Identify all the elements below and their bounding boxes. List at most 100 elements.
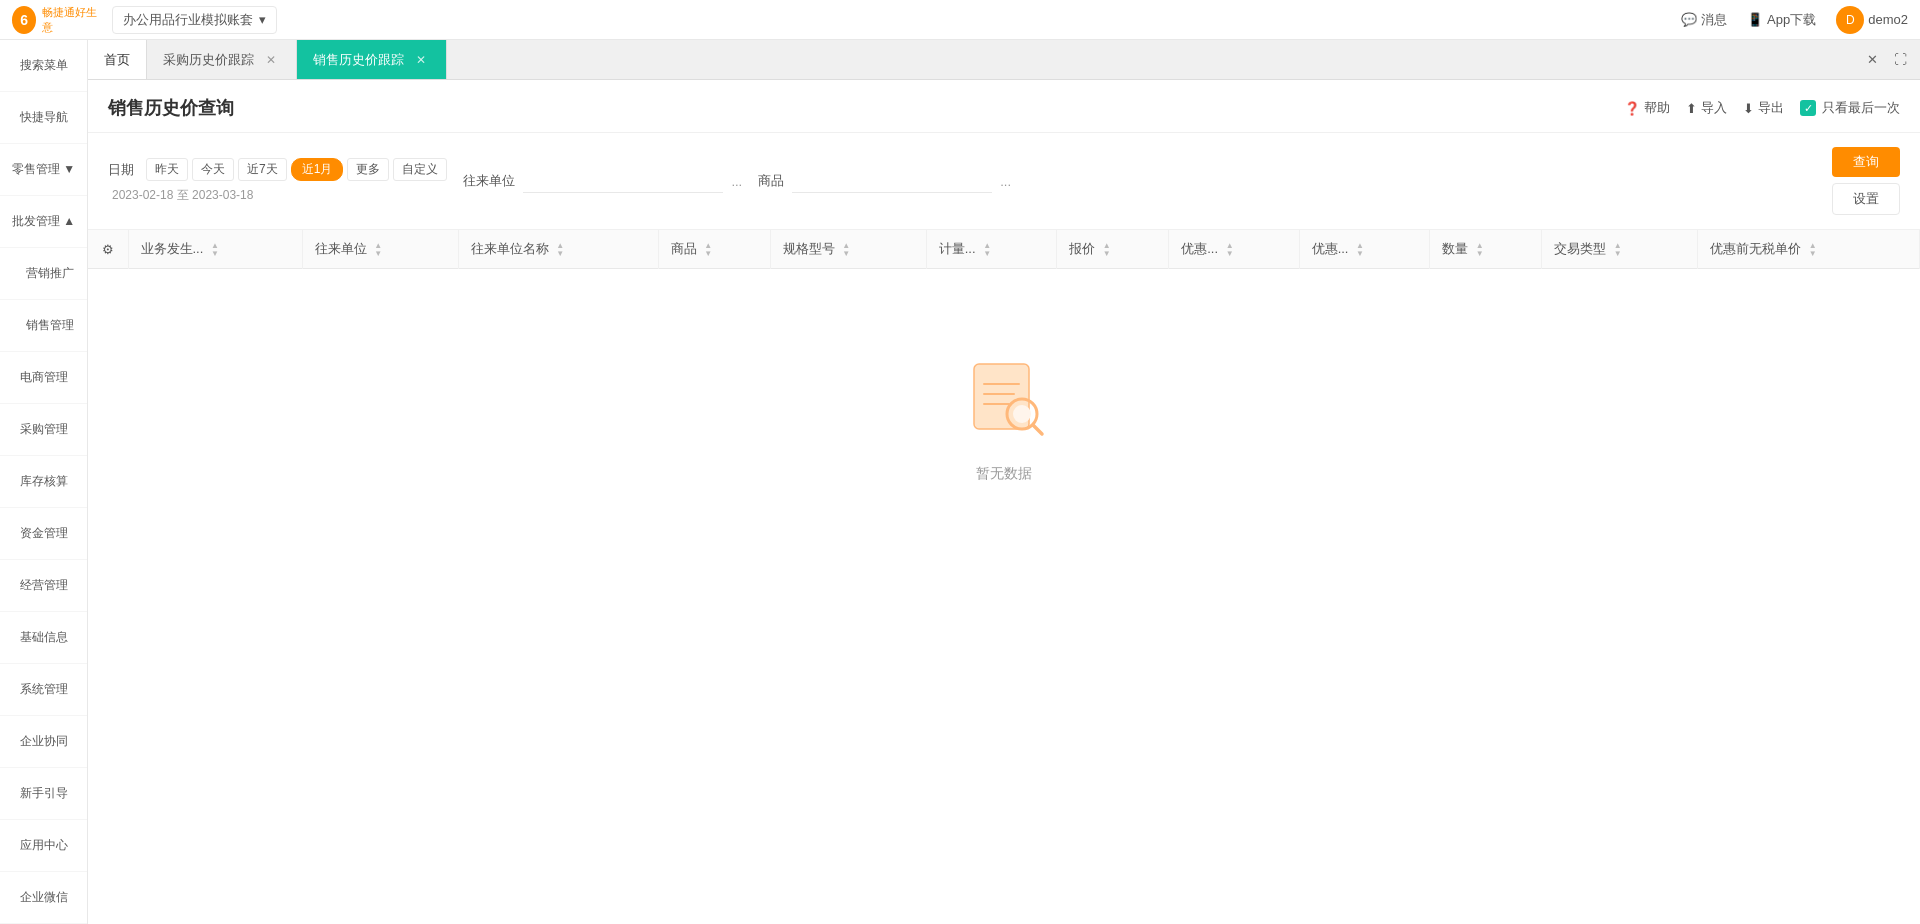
export-icon: ⬇ — [1743, 101, 1754, 116]
sidebar-item-basic-info[interactable]: 基础信息 — [0, 612, 87, 664]
th-goods[interactable]: 商品 ▲▼ — [658, 230, 770, 269]
partner-dots: ... — [731, 174, 742, 189]
date-btn-last7[interactable]: 近7天 — [238, 158, 287, 181]
sidebar-item-wechat[interactable]: 企业微信 — [0, 872, 87, 924]
settings-button[interactable]: 设置 — [1832, 183, 1900, 215]
tab-sales-history-close[interactable]: ✕ — [412, 51, 430, 69]
tab-fullscreen-button[interactable]: ⛶ — [1888, 48, 1912, 72]
tab-right-actions: ✕ ⛶ — [1860, 48, 1920, 72]
tab-purchase-history-label: 采购历史价跟踪 — [163, 51, 254, 69]
th-unit[interactable]: 计量... ▲▼ — [926, 230, 1056, 269]
import-label: 导入 — [1701, 99, 1727, 117]
date-btn-custom[interactable]: 自定义 — [393, 158, 447, 181]
finance-label: 资金管理 — [20, 525, 68, 542]
goods-input[interactable] — [792, 169, 992, 193]
partner-filter: 往来单位 ... — [463, 169, 742, 193]
sidebar-item-search-menu[interactable]: 搜索菜单 — [0, 40, 87, 92]
th-biz-date[interactable]: 业务发生... ▲▼ — [128, 230, 302, 269]
sidebar-item-operations[interactable]: 经营管理 — [0, 560, 87, 612]
th-quantity[interactable]: 数量 ▲▼ — [1430, 230, 1542, 269]
content-area: 首页 采购历史价跟踪 ✕ 销售历史价跟踪 ✕ ✕ ⛶ 销售历史价查询 — [88, 40, 1920, 924]
sidebar-item-guide[interactable]: 新手引导 — [0, 768, 87, 820]
sidebar-item-ecommerce[interactable]: 电商管理 — [0, 352, 87, 404]
sidebar-item-purchase-mgmt[interactable]: 采购管理 — [0, 404, 87, 456]
sort-icon-partner-name: ▲▼ — [556, 242, 564, 258]
date-btn-yesterday[interactable]: 昨天 — [146, 158, 188, 181]
th-partner-code[interactable]: 往来单位 ▲▼ — [302, 230, 458, 269]
sort-icon-spec: ▲▼ — [842, 242, 850, 258]
page-content: 销售历史价查询 ❓ 帮助 ⬆ 导入 ⬇ 导出 ✓ — [88, 80, 1920, 924]
sidebar-item-system[interactable]: 系统管理 — [0, 664, 87, 716]
sidebar-item-marketing[interactable]: 营销推广 — [0, 248, 87, 300]
goods-filter: 商品 ... — [758, 169, 1011, 193]
th-discount1[interactable]: 优惠... ▲▼ — [1169, 230, 1299, 269]
sidebar-item-retail-mgmt[interactable]: 零售管理 ▼ — [0, 144, 87, 196]
tab-home[interactable]: 首页 — [88, 40, 147, 79]
tab-sales-history-label: 销售历史价跟踪 — [313, 51, 404, 69]
message-label: 消息 — [1701, 11, 1727, 29]
th-pretax-price[interactable]: 优惠前无税单价 ▲▼ — [1698, 230, 1920, 269]
th-trade-type[interactable]: 交易类型 ▲▼ — [1542, 230, 1698, 269]
help-label: 帮助 — [1644, 99, 1670, 117]
logo-text: 畅捷通好生意 — [42, 5, 100, 34]
date-btn-more[interactable]: 更多 — [347, 158, 389, 181]
tab-sales-history[interactable]: 销售历史价跟踪 ✕ — [297, 40, 447, 79]
main-layout: 搜索菜单 快捷导航 零售管理 ▼ 批发管理 ▲ 营销推广 销售管理 电商管理 采… — [0, 40, 1920, 924]
sidebar-item-inventory[interactable]: 库存核算 — [0, 456, 87, 508]
sidebar-item-finance[interactable]: 资金管理 — [0, 508, 87, 560]
th-quote[interactable]: 报价 ▲▼ — [1057, 230, 1169, 269]
date-btn-last1m[interactable]: 近1月 — [291, 158, 344, 181]
export-button[interactable]: ⬇ 导出 — [1743, 99, 1784, 117]
empty-icon — [954, 349, 1054, 449]
th-spec[interactable]: 规格型号 ▲▼ — [770, 230, 926, 269]
export-label: 导出 — [1758, 99, 1784, 117]
message-item[interactable]: 💬 消息 — [1681, 11, 1727, 29]
only-last-label: 只看最后一次 — [1822, 99, 1900, 117]
page-actions: ❓ 帮助 ⬆ 导入 ⬇ 导出 ✓ 只看最后一次 — [1624, 99, 1900, 117]
table-container: ⚙ 业务发生... ▲▼ 往来单位 ▲▼ 往来单位名称 — [88, 230, 1920, 563]
sort-icon-quantity: ▲▼ — [1476, 242, 1484, 258]
only-last-checkbox[interactable]: ✓ 只看最后一次 — [1800, 99, 1900, 117]
filter-area: 日期 昨天 今天 近7天 近1月 更多 自定义 2023-02-18 至 202… — [88, 133, 1920, 230]
sidebar-item-wholesale-mgmt[interactable]: 批发管理 ▲ — [0, 196, 87, 248]
sidebar-item-sales-mgmt[interactable]: 销售管理 — [0, 300, 87, 352]
empty-text: 暂无数据 — [976, 465, 1032, 483]
sort-icon-discount1: ▲▼ — [1226, 242, 1234, 258]
sidebar-item-quick-nav[interactable]: 快捷导航 — [0, 92, 87, 144]
sidebar-item-enterprise[interactable]: 企业协同 — [0, 716, 87, 768]
th-partner-name[interactable]: 往来单位名称 ▲▼ — [458, 230, 658, 269]
download-icon: 📱 — [1747, 12, 1763, 27]
page-title: 销售历史价查询 — [108, 96, 234, 120]
search-menu-label: 搜索菜单 — [20, 57, 68, 74]
top-right: 💬 消息 📱 App下载 D demo2 — [1681, 6, 1908, 34]
date-btn-today[interactable]: 今天 — [192, 158, 234, 181]
tab-close-all-button[interactable]: ✕ — [1860, 48, 1884, 72]
download-item[interactable]: 📱 App下载 — [1747, 11, 1816, 29]
sort-icon-discount2: ▲▼ — [1356, 242, 1364, 258]
app-selector-label: 办公用品行业模拟账套 — [123, 11, 253, 29]
partner-label: 往来单位 — [463, 172, 515, 190]
import-icon: ⬆ — [1686, 101, 1697, 116]
tab-purchase-history[interactable]: 采购历史价跟踪 ✕ — [147, 40, 297, 79]
th-gear[interactable]: ⚙ — [88, 230, 128, 269]
inventory-label: 库存核算 — [20, 473, 68, 490]
checkbox-icon: ✓ — [1800, 100, 1816, 116]
logo-icon: 6 — [12, 6, 36, 34]
help-icon: ❓ — [1624, 101, 1640, 116]
sort-icon-partner-code: ▲▼ — [374, 242, 382, 258]
guide-label: 新手引导 — [20, 785, 68, 802]
th-discount2[interactable]: 优惠... ▲▼ — [1299, 230, 1429, 269]
tab-purchase-history-close[interactable]: ✕ — [262, 51, 280, 69]
search-button[interactable]: 查询 — [1832, 147, 1900, 177]
sidebar-item-app-center[interactable]: 应用中心 — [0, 820, 87, 872]
quick-nav-label: 快捷导航 — [20, 109, 68, 126]
user-item[interactable]: D demo2 — [1836, 6, 1908, 34]
goods-label: 商品 — [758, 172, 784, 190]
sort-icon-goods: ▲▼ — [704, 242, 712, 258]
partner-input[interactable] — [523, 169, 723, 193]
app-selector[interactable]: 办公用品行业模拟账套 ▾ — [112, 6, 277, 34]
enterprise-label: 企业协同 — [20, 733, 68, 750]
import-button[interactable]: ⬆ 导入 — [1686, 99, 1727, 117]
sort-icon-pretax-price: ▲▼ — [1809, 242, 1817, 258]
help-button[interactable]: ❓ 帮助 — [1624, 99, 1670, 117]
